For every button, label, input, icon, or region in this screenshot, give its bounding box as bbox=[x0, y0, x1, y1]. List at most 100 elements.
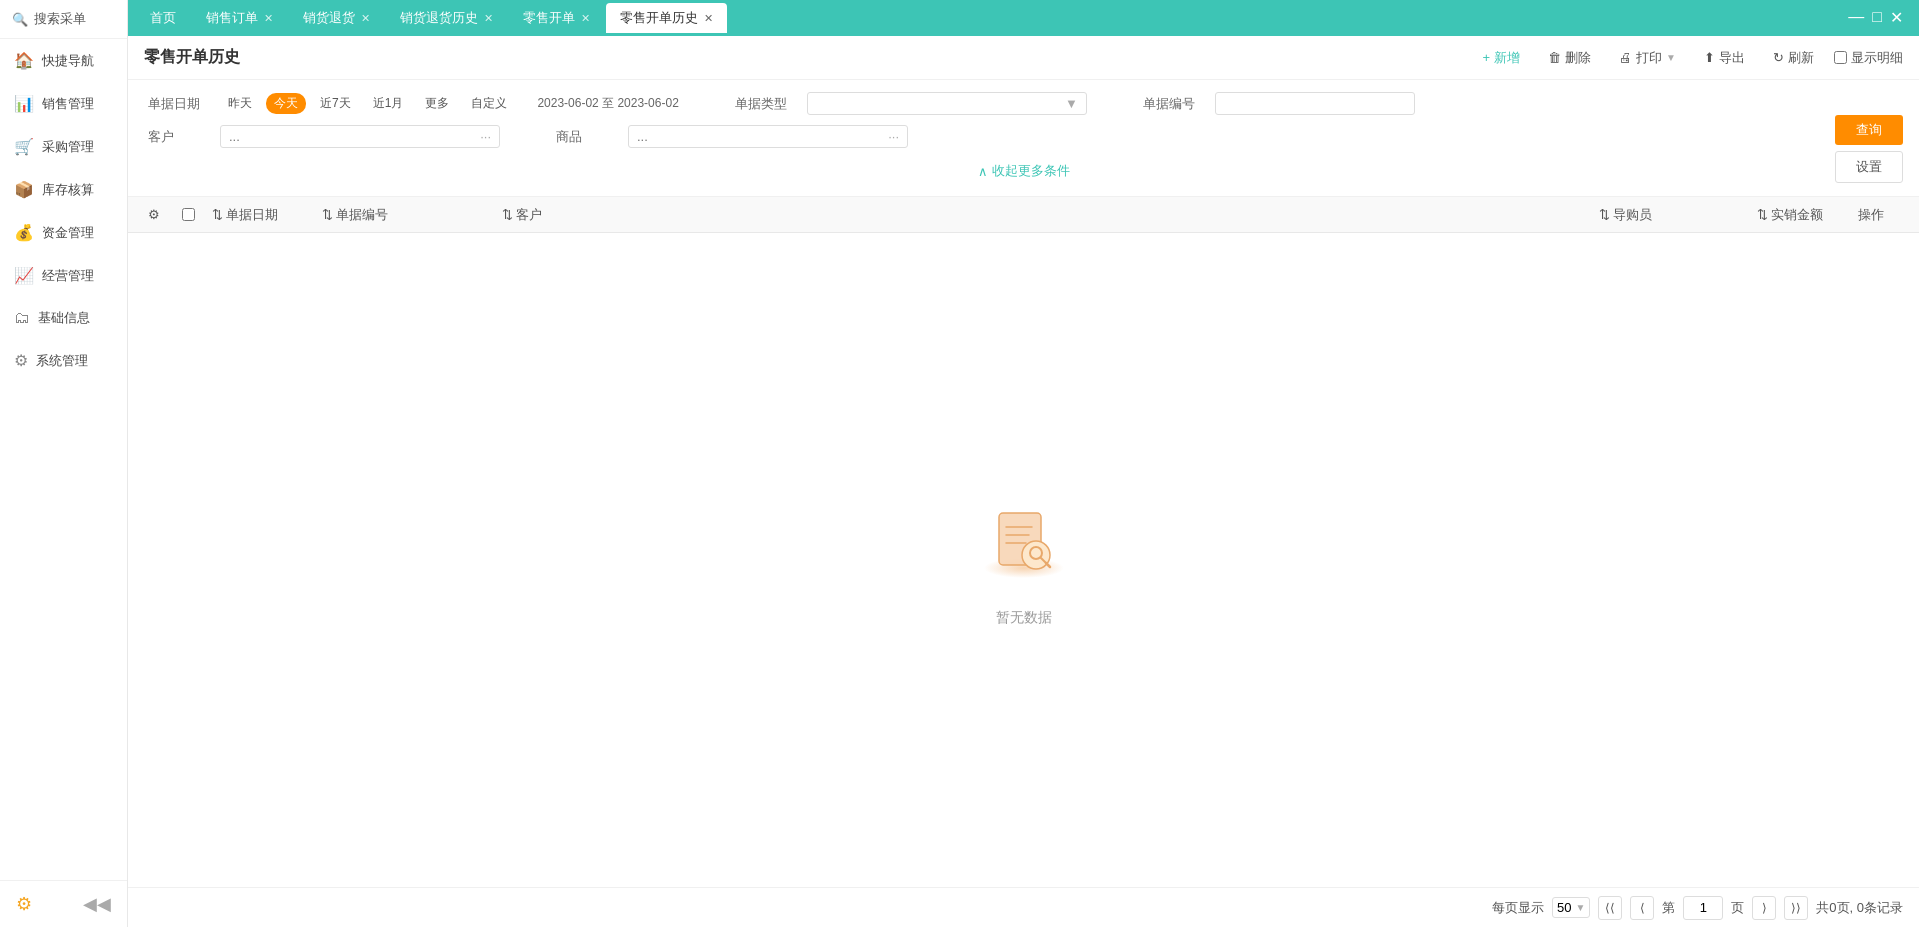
date-btn-5[interactable]: 自定义 bbox=[463, 93, 515, 114]
tab-retail-open-history-close-icon[interactable]: ✕ bbox=[704, 12, 713, 25]
filter-row-1: 单据日期 昨天今天近7天近1月更多自定义 2023-06-02 至 2023-0… bbox=[148, 92, 1899, 115]
tab-home[interactable]: 首页 bbox=[136, 3, 190, 33]
th-amount-sort-icon: ⇅ bbox=[1757, 207, 1768, 222]
query-button[interactable]: 查询 bbox=[1835, 115, 1903, 145]
order-type-arrow-icon: ▼ bbox=[1065, 96, 1078, 111]
goods-input-wrap[interactable]: ··· bbox=[628, 125, 908, 148]
sidebar-item-base-info[interactable]: 🗂基础信息 bbox=[0, 297, 127, 339]
sidebar-collapse-icon[interactable]: ◀◀ bbox=[83, 893, 111, 915]
order-num-input[interactable] bbox=[1224, 96, 1406, 111]
print-button[interactable]: 🖨 打印 ▼ bbox=[1611, 45, 1684, 71]
date-btn-2[interactable]: 近7天 bbox=[312, 93, 359, 114]
first-page-button[interactable]: ⟨⟨ bbox=[1598, 896, 1622, 920]
sidebar-item-inventory[interactable]: 📦 库存核算 bbox=[0, 168, 127, 211]
date-btn-3[interactable]: 近1月 bbox=[365, 93, 412, 114]
sidebar-item-sys-mgmt[interactable]: ⚙系统管理 bbox=[0, 339, 127, 382]
th-guide-sort-icon: ⇅ bbox=[1599, 207, 1610, 222]
sidebar-item-finance[interactable]: 💰资金管理 bbox=[0, 211, 127, 254]
sidebar-inventory-label: 库存核算 bbox=[42, 181, 94, 199]
add-button[interactable]: + 新增 bbox=[1475, 45, 1529, 71]
refresh-button[interactable]: ↻ 刷新 bbox=[1765, 45, 1822, 71]
sidebar-item-quick-nav[interactable]: 🏠快捷导航 bbox=[0, 39, 127, 82]
sidebar-purchase-mgmt-label: 采购管理 bbox=[42, 138, 94, 156]
page-word-before: 第 bbox=[1662, 899, 1675, 917]
goods-input[interactable] bbox=[637, 129, 884, 144]
settings-button[interactable]: 设置 bbox=[1835, 151, 1903, 183]
tab-sales-return-history-close-icon[interactable]: ✕ bbox=[484, 12, 493, 25]
tab-retail-open-history[interactable]: 零售开单历史 ✕ bbox=[606, 3, 727, 33]
table-settings-icon[interactable]: ⚙ bbox=[136, 207, 172, 222]
add-icon: + bbox=[1483, 50, 1491, 65]
tab-sales-return-history-label: 销货退货历史 bbox=[400, 9, 478, 27]
tab-sales-return-history[interactable]: 销货退货历史 ✕ bbox=[386, 3, 507, 33]
maximize-button[interactable]: □ bbox=[1872, 8, 1882, 27]
display-detail-checkbox[interactable] bbox=[1834, 51, 1847, 64]
tab-sales-order-label: 销售订单 bbox=[206, 9, 258, 27]
sidebar-item-ops-mgmt[interactable]: 📈经营管理 bbox=[0, 254, 127, 297]
th-date[interactable]: ⇅ 单据日期 bbox=[204, 206, 314, 224]
empty-state: 暂无数据 bbox=[128, 233, 1919, 887]
delete-label: 删除 bbox=[1565, 49, 1591, 67]
tab-retail-open[interactable]: 零售开单✕ bbox=[509, 3, 604, 33]
tab-retail-open-history-label: 零售开单历史 bbox=[620, 9, 698, 27]
order-num-input-wrap[interactable] bbox=[1215, 92, 1415, 115]
collapse-chevron-icon: ∧ bbox=[978, 164, 988, 179]
tabs-bar: 首页销售订单✕销货退货✕销货退货历史✕零售开单✕零售开单历史✕ — □ ✕ bbox=[128, 0, 1919, 36]
toolbar: 零售开单历史 + 新增 🗑 删除 🖨 打印 ▼ ⬆ 导出 ↻ 刷新 bbox=[128, 36, 1919, 80]
order-type-label: 单据类型 bbox=[735, 95, 791, 113]
tab-sales-return[interactable]: 销货退货✕ bbox=[289, 3, 384, 33]
th-order-num[interactable]: ⇅ 单据编号 bbox=[314, 206, 494, 224]
customer-input[interactable] bbox=[229, 129, 476, 144]
delete-button[interactable]: 🗑 删除 bbox=[1540, 45, 1599, 71]
th-amount[interactable]: ⇅ 实销金额 bbox=[1711, 206, 1831, 224]
order-type-select[interactable]: ▼ bbox=[807, 92, 1087, 115]
empty-text: 暂无数据 bbox=[996, 609, 1052, 627]
tab-sales-return-close-icon[interactable]: ✕ bbox=[361, 12, 370, 25]
th-customer[interactable]: ⇅ 客户 bbox=[494, 206, 1591, 224]
prev-page-button[interactable]: ⟨ bbox=[1630, 896, 1654, 920]
sidebar-quick-nav-label: 快捷导航 bbox=[42, 52, 94, 70]
table-select-all-checkbox[interactable] bbox=[172, 208, 204, 221]
tab-sales-order-close-icon[interactable]: ✕ bbox=[264, 12, 273, 25]
last-page-button[interactable]: ⟩⟩ bbox=[1784, 896, 1808, 920]
print-icon: 🖨 bbox=[1619, 50, 1632, 65]
toolbar-actions: + 新增 🗑 删除 🖨 打印 ▼ ⬆ 导出 ↻ 刷新 显示明细 bbox=[1475, 45, 1904, 71]
print-label: 打印 bbox=[1636, 49, 1662, 67]
date-btn-4[interactable]: 更多 bbox=[417, 93, 457, 114]
customer-input-wrap[interactable]: ··· bbox=[220, 125, 500, 148]
th-order-num-label: 单据编号 bbox=[336, 206, 388, 224]
minimize-button[interactable]: — bbox=[1848, 8, 1864, 27]
select-all-input[interactable] bbox=[182, 208, 195, 221]
th-customer-sort-icon: ⇅ bbox=[502, 207, 513, 222]
sidebar-item-purchase-mgmt[interactable]: 🛒 采购管理 bbox=[0, 125, 127, 168]
search-icon: 🔍 bbox=[12, 12, 28, 27]
per-page-label: 每页显示 bbox=[1492, 899, 1544, 917]
date-range-display: 2023-06-02 至 2023-06-02 bbox=[537, 95, 678, 112]
collapse-filter-btn[interactable]: ∧ 收起更多条件 bbox=[148, 158, 1899, 184]
sidebar-finance-icon: 💰 bbox=[14, 223, 34, 242]
page-num-input[interactable] bbox=[1683, 896, 1723, 920]
th-date-sort-icon: ⇅ bbox=[212, 207, 223, 222]
page-title: 零售开单历史 bbox=[144, 47, 240, 68]
delete-icon: 🗑 bbox=[1548, 50, 1561, 65]
settings-icon[interactable]: ⚙ bbox=[16, 893, 32, 915]
date-btn-1[interactable]: 今天 bbox=[266, 93, 306, 114]
page-word: 页 bbox=[1731, 899, 1744, 917]
export-button[interactable]: ⬆ 导出 bbox=[1696, 45, 1753, 71]
tab-sales-order[interactable]: 销售订单 ✕ bbox=[192, 3, 287, 33]
pagination: 每页显示 50 ▼ ⟨⟨ ⟨ 第 页 ⟩ ⟩⟩ 共0页, 0条记录 bbox=[128, 887, 1919, 927]
sidebar-search[interactable]: 🔍 搜索采单 bbox=[0, 0, 127, 39]
th-guide-label: 导购员 bbox=[1613, 206, 1652, 224]
sidebar-purchase-mgmt-icon: 🛒 bbox=[14, 137, 34, 156]
close-button[interactable]: ✕ bbox=[1890, 8, 1903, 27]
sidebar-item-sales-mgmt[interactable]: 📊销售管理 bbox=[0, 82, 127, 125]
th-action: 操作 bbox=[1831, 206, 1911, 224]
th-guide[interactable]: ⇅ 导购员 bbox=[1591, 206, 1711, 224]
sidebar-inventory-icon: 📦 bbox=[14, 180, 34, 199]
per-page-select[interactable]: 50 ▼ bbox=[1552, 897, 1590, 918]
display-detail-toggle[interactable]: 显示明细 bbox=[1834, 49, 1903, 67]
tab-retail-open-close-icon[interactable]: ✕ bbox=[581, 12, 590, 25]
next-page-button[interactable]: ⟩ bbox=[1752, 896, 1776, 920]
date-btn-0[interactable]: 昨天 bbox=[220, 93, 260, 114]
refresh-label: 刷新 bbox=[1788, 49, 1814, 67]
